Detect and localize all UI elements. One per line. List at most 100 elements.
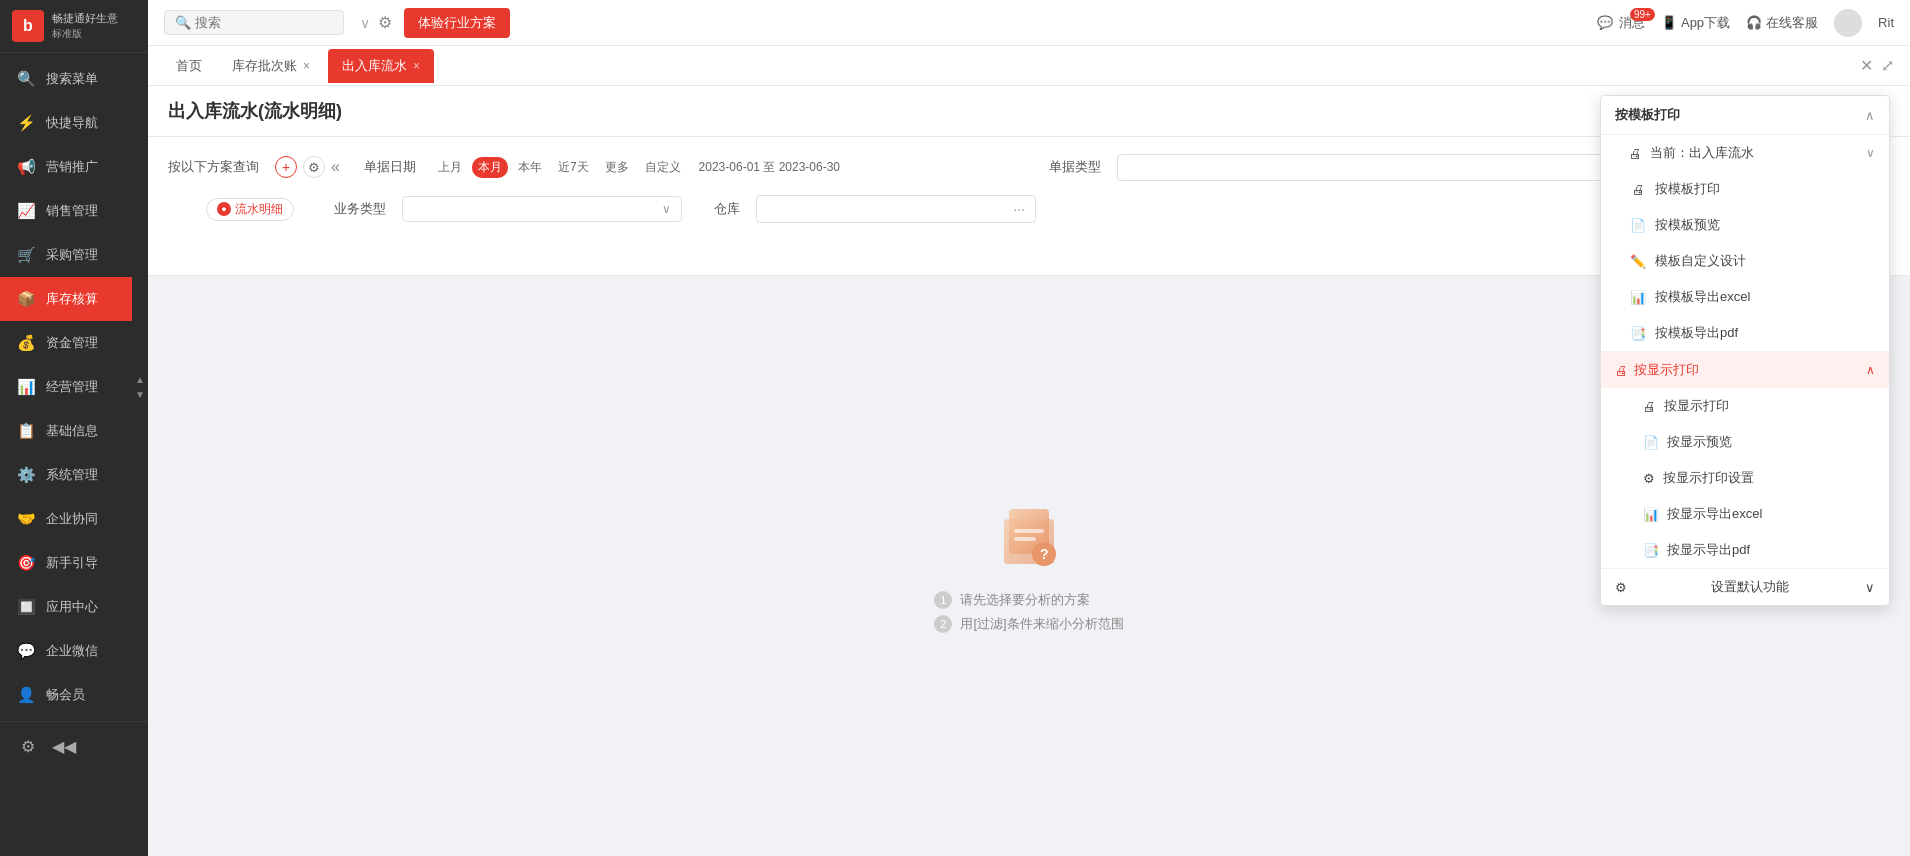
dropdown-item-template-print[interactable]: 🖨 按模板打印 xyxy=(1601,171,1889,207)
sidebar-collapse-icon[interactable]: ◀◀ xyxy=(52,734,76,758)
sidebar-bottom: ⚙ ◀◀ xyxy=(0,721,148,770)
sidebar-item-guide[interactable]: 🎯 新手引导 xyxy=(0,541,132,585)
notifications-button[interactable]: 💬 消息 99+ xyxy=(1597,14,1645,32)
date-filter-label: 单据日期 xyxy=(364,158,416,176)
sidebar-item-enterprise[interactable]: 🤝 企业协同 xyxy=(0,497,132,541)
industry-solution-button[interactable]: 体验行业方案 xyxy=(404,8,510,38)
tab-flow[interactable]: 出入库流水 × xyxy=(328,49,434,83)
dropdown-display-pdf[interactable]: 📑 按显示导出pdf xyxy=(1601,532,1889,568)
filter-tag-label: 流水明细 xyxy=(235,201,283,218)
tab-batch-close[interactable]: × xyxy=(303,59,310,73)
tab-bar: 首页 库存批次账 × 出入库流水 × ✕ ⤢ xyxy=(148,46,1910,86)
search-input[interactable] xyxy=(195,15,325,30)
dropdown-current-arrow: ∨ xyxy=(1866,146,1875,160)
dropdown-collapse-icon[interactable]: ∧ xyxy=(1865,108,1875,123)
dropdown-display-preview[interactable]: 📄 按显示预览 xyxy=(1601,424,1889,460)
dropdown-display-excel[interactable]: 📊 按显示导出excel xyxy=(1601,496,1889,532)
tab-home[interactable]: 首页 xyxy=(164,49,214,83)
filter-collapse-button[interactable]: « xyxy=(331,158,340,176)
display-settings-icon: ⚙ xyxy=(1643,471,1655,486)
search-dropdown-arrow[interactable]: ∨ xyxy=(360,15,370,31)
empty-illustration: ? xyxy=(989,499,1069,579)
app-download-button[interactable]: 📱 App下载 xyxy=(1661,14,1730,32)
dropdown-display-print[interactable]: 🖨 按显示打印 xyxy=(1601,388,1889,424)
sidebar-scroll-up[interactable]: ▲ xyxy=(135,374,145,385)
date-custom[interactable]: 自定义 xyxy=(639,157,687,178)
date-more[interactable]: 更多 xyxy=(599,157,635,178)
message-icon: 💬 xyxy=(1597,15,1613,30)
system-icon: ⚙️ xyxy=(16,465,36,485)
settings-gear-icon[interactable]: ⚙ xyxy=(16,734,40,758)
template-print-icon: 🖨 xyxy=(1629,180,1647,198)
step-2-number: 2 xyxy=(934,615,952,633)
sidebar-item-marketing[interactable]: 📢 营销推广 xyxy=(0,145,132,189)
sidebar-item-operations[interactable]: 📊 经营管理 xyxy=(0,365,132,409)
sidebar-item-system[interactable]: ⚙️ 系统管理 xyxy=(0,453,132,497)
sidebar-item-apps[interactable]: 🔲 应用中心 xyxy=(0,585,132,629)
filter-actions: + ⚙ « xyxy=(275,156,340,178)
dropdown-panel: 按模板打印 ∧ 🖨 当前：出入库流水 ∨ 🖨 按模板打印 📄 按模板预览 ✏️ … xyxy=(1600,95,1890,606)
sidebar-item-purchase[interactable]: 🛒 采购管理 xyxy=(0,233,132,277)
dropdown-header[interactable]: 按模板打印 ∧ xyxy=(1601,96,1889,135)
logo-tag: 标准版 xyxy=(52,27,118,41)
window-close-button[interactable]: ✕ xyxy=(1860,56,1873,75)
sidebar-item-search[interactable]: 🔍 搜索菜单 xyxy=(0,57,132,101)
date-this-year[interactable]: 本年 xyxy=(512,157,548,178)
dropdown-footer-item[interactable]: ⚙ 设置默认功能 ∨ xyxy=(1601,569,1889,605)
sidebar-item-basic[interactable]: 📋 基础信息 xyxy=(0,409,132,453)
notifications-count: 99+ xyxy=(1630,8,1655,21)
topbar: 🔍 ∨ ⚙ 体验行业方案 💬 消息 99+ 📱 App下载 xyxy=(148,0,1910,46)
sidebar-item-finance[interactable]: 💰 资金管理 xyxy=(0,321,132,365)
page-title: 出入库流水(流水明细) xyxy=(168,99,342,123)
filter-config-button[interactable]: ⚙ xyxy=(303,156,325,178)
dropdown-item-template-excel[interactable]: 📊 按模板导出excel xyxy=(1601,279,1889,315)
online-service-button[interactable]: 🎧 在线客服 xyxy=(1746,14,1818,32)
sidebar-logo: b 畅捷通好生意 标准版 xyxy=(0,0,148,53)
display-print-icon: 🖨 xyxy=(1643,399,1656,414)
dropdown-current-label: 当前：出入库流水 xyxy=(1650,144,1866,162)
sidebar-item-wechat[interactable]: 💬 企业微信 xyxy=(0,629,132,673)
user-avatar[interactable] xyxy=(1834,9,1862,37)
sidebar-item-shortcut[interactable]: ⚡ 快捷导航 xyxy=(0,101,132,145)
dropdown-item-template-custom[interactable]: ✏️ 模板自定义设计 xyxy=(1601,243,1889,279)
sidebar-item-member[interactable]: 👤 畅会员 xyxy=(0,673,132,717)
sidebar: b 畅捷通好生意 标准版 🔍 搜索菜单 ⚡ 快捷导航 📢 营销推广 xyxy=(0,0,148,856)
doc-type-label: 单据类型 xyxy=(1049,158,1101,176)
business-type-select[interactable]: ∨ xyxy=(402,196,682,222)
topbar-search-box[interactable]: 🔍 xyxy=(164,10,344,35)
filter-section-label: 按以下方案查询 xyxy=(168,158,259,176)
date-last-month[interactable]: 上月 xyxy=(432,157,468,178)
filter-tag-item[interactable]: ● 流水明细 xyxy=(206,198,294,221)
dropdown-display-print-settings[interactable]: ⚙ 按显示打印设置 xyxy=(1601,460,1889,496)
filter-add-button[interactable]: + xyxy=(275,156,297,178)
template-pdf-icon: 📑 xyxy=(1629,324,1647,342)
sidebar-scroll-down[interactable]: ▼ xyxy=(135,389,145,400)
warehouse-select[interactable]: ··· xyxy=(756,195,1036,223)
filter-tag-dot: ● xyxy=(217,202,231,216)
display-excel-icon: 📊 xyxy=(1643,507,1659,522)
display-group-label: 🖨 按显示打印 xyxy=(1615,361,1699,379)
tab-batch[interactable]: 库存批次账 × xyxy=(218,49,324,83)
settings-icon-topbar[interactable]: ⚙ xyxy=(378,13,392,32)
dropdown-footer-label: 设置默认功能 xyxy=(1711,578,1789,596)
sidebar-item-sales[interactable]: 📈 销售管理 xyxy=(0,189,132,233)
svg-rect-2 xyxy=(1014,529,1044,533)
step-1-number: 1 xyxy=(934,591,952,609)
step-1-text: 请先选择要分析的方案 xyxy=(960,591,1090,609)
topbar-right: 💬 消息 99+ 📱 App下载 🎧 在线客服 Rit xyxy=(1597,9,1894,37)
window-expand-button[interactable]: ⤢ xyxy=(1881,56,1894,75)
purchase-icon: 🛒 xyxy=(16,245,36,265)
dropdown-item-template-preview[interactable]: 📄 按模板预览 xyxy=(1601,207,1889,243)
window-controls: ✕ ⤢ xyxy=(1860,56,1894,75)
logo-icon: b xyxy=(12,10,44,42)
dropdown-item-template-pdf[interactable]: 📑 按模板导出pdf xyxy=(1601,315,1889,351)
search-icon: 🔍 xyxy=(16,69,36,89)
sidebar-item-inventory[interactable]: 📦 库存核算 xyxy=(0,277,132,321)
inventory-icon: 📦 xyxy=(16,289,36,309)
tab-flow-close[interactable]: × xyxy=(413,59,420,73)
dropdown-current-item[interactable]: 🖨 当前：出入库流水 ∨ xyxy=(1601,135,1889,171)
date-this-month[interactable]: 本月 xyxy=(472,157,508,178)
dropdown-display-group-header[interactable]: 🖨 按显示打印 ∧ xyxy=(1601,352,1889,388)
date-7days[interactable]: 近7天 xyxy=(552,157,595,178)
member-icon: 👤 xyxy=(16,685,36,705)
